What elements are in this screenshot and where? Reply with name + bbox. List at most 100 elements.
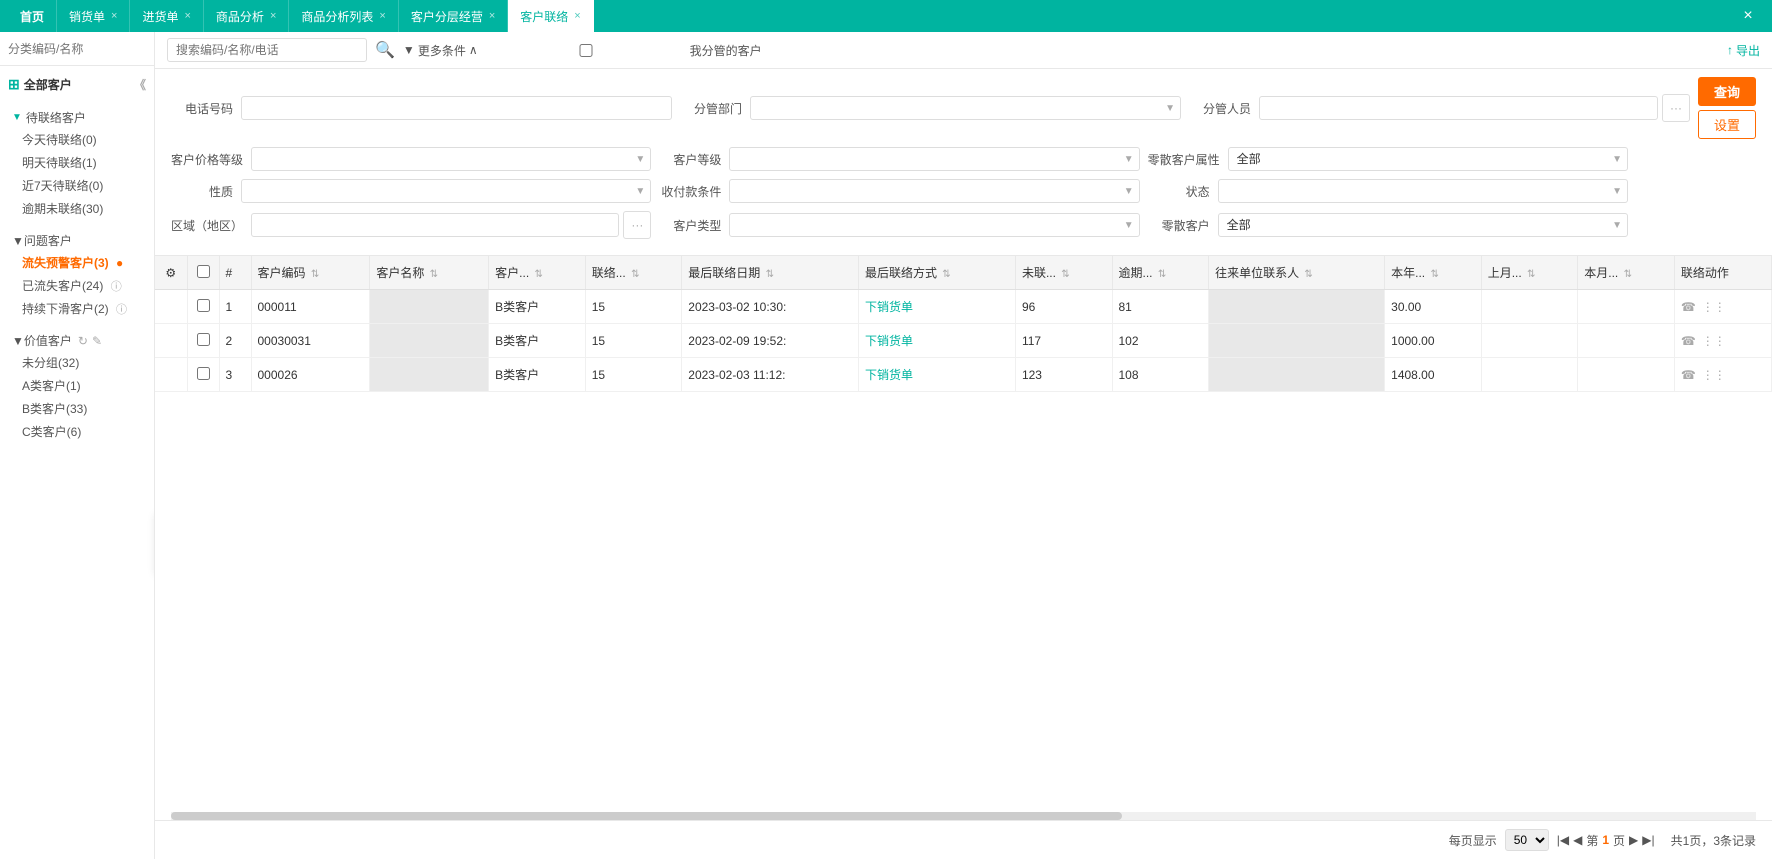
tab-analysis[interactable]: 商品分析 × <box>204 0 289 32</box>
col-this-year[interactable]: 本年... ⇅ <box>1385 256 1482 290</box>
status-select[interactable] <box>1218 179 1628 203</box>
retail-customer-select[interactable]: 全部 <box>1218 213 1628 237</box>
last-page-button[interactable]: ▶| <box>1642 833 1654 847</box>
sidebar-item-class-c[interactable]: C类客户(6) <box>8 420 146 443</box>
customer-tier-select[interactable] <box>729 147 1139 171</box>
col-last-method[interactable]: 最后联络方式 ⇅ <box>858 256 1015 290</box>
col-unit-contact[interactable]: 往来单位联系人 ⇅ <box>1209 256 1385 290</box>
all-customers-header[interactable]: ⊞ 全部客户 《 <box>8 72 146 97</box>
tab-home[interactable]: 首页 <box>8 0 57 32</box>
my-customers-checkbox[interactable] <box>486 44 686 57</box>
tab-customer-contact[interactable]: 客户联络 × <box>508 0 593 32</box>
sidebar-item-today[interactable]: 今天待联络(0) <box>8 128 146 151</box>
sort-icon: ⇅ <box>766 269 774 280</box>
sidebar-item-overdue[interactable]: 逾期未联络(30) <box>8 197 146 220</box>
close-icon[interactable]: × <box>489 10 495 22</box>
row-last-method: 下销货单 <box>858 358 1015 392</box>
close-icon[interactable]: × <box>111 10 117 22</box>
window-close-button[interactable]: × <box>1732 0 1764 32</box>
edit-icon[interactable]: ✎ <box>92 334 102 348</box>
row-checkbox[interactable] <box>197 367 210 380</box>
manager-ellipsis-button[interactable]: ··· <box>1662 94 1690 122</box>
sidebar-item-class-a[interactable]: A类客户(1) <box>8 374 146 397</box>
action-more-icon[interactable]: ⋮⋮ <box>1702 300 1726 314</box>
sidebar: 🔍 ⊞ 全部客户 《 ▼ 待联络客户 今天待联络(0) 明天待联络(1) 近7天… <box>0 32 155 859</box>
close-icon[interactable]: × <box>574 10 580 22</box>
region-input[interactable] <box>251 213 619 237</box>
query-button[interactable]: 查询 <box>1698 77 1756 106</box>
last-method-link[interactable]: 下销货单 <box>865 368 913 382</box>
col-type[interactable]: 客户... ⇅ <box>489 256 586 290</box>
close-icon[interactable]: × <box>184 10 190 22</box>
region-ellipsis-button[interactable]: ··· <box>623 211 651 239</box>
action-more-icon[interactable]: ⋮⋮ <box>1702 368 1726 382</box>
sidebar-item-class-b[interactable]: B类客户(33) <box>8 397 146 420</box>
retail-attr-select[interactable]: 全部 <box>1228 147 1628 171</box>
tab-analysis-list[interactable]: 商品分析列表 × <box>289 0 398 32</box>
collapse-icon[interactable]: 《 <box>134 76 146 93</box>
col-settings[interactable]: ⚙ <box>155 256 187 290</box>
action-contact-icon[interactable]: ☎ <box>1681 300 1696 314</box>
sidebar-search-input[interactable] <box>8 42 155 56</box>
search-button[interactable]: 🔍 <box>375 40 395 60</box>
scrollbar-track[interactable] <box>171 812 1122 820</box>
close-icon[interactable]: × <box>379 10 385 22</box>
refresh-icon[interactable]: ↻ <box>78 334 88 348</box>
last-method-link[interactable]: 下销货单 <box>865 300 913 314</box>
tab-sales[interactable]: 销货单 × <box>57 0 130 32</box>
sidebar-search-area: 🔍 <box>0 32 154 66</box>
my-customers-checkbox-label[interactable]: 我分管的客户 <box>486 42 762 59</box>
nature-select[interactable] <box>241 179 651 203</box>
col-this-month[interactable]: 本月... ⇅ <box>1578 256 1675 290</box>
row-checkbox[interactable] <box>197 299 210 312</box>
col-uncontacted[interactable]: 未联... ⇅ <box>1015 256 1112 290</box>
col-code[interactable]: 客户编码 ⇅ <box>251 256 370 290</box>
problem-group-header[interactable]: ▼ 问题客户 <box>8 228 146 251</box>
col-action: 联络动作 <box>1674 256 1771 290</box>
department-label: 分管部门 <box>680 100 750 117</box>
col-contact[interactable]: 联络... ⇅ <box>585 256 682 290</box>
price-tier-select[interactable] <box>251 147 651 171</box>
search-input[interactable] <box>167 38 367 62</box>
sidebar-item-lost-warning[interactable]: 流失预警客户(3) ● <box>8 251 146 274</box>
payment-select[interactable] <box>729 179 1139 203</box>
last-method-link[interactable]: 下销货单 <box>865 334 913 348</box>
value-group-header[interactable]: ▼ 价值客户 ↻ ✎ <box>8 328 146 351</box>
sidebar-item-week[interactable]: 近7天待联络(0) <box>8 174 146 197</box>
col-last-date[interactable]: 最后联络日期 ⇅ <box>682 256 859 290</box>
settings-button[interactable]: 设置 <box>1698 110 1756 139</box>
sidebar-item-tomorrow[interactable]: 明天待联络(1) <box>8 151 146 174</box>
phone-input[interactable] <box>241 96 672 120</box>
horizontal-scrollbar[interactable] <box>171 812 1756 820</box>
next-page-button[interactable]: ▶ <box>1629 833 1638 847</box>
action-more-icon[interactable]: ⋮⋮ <box>1702 334 1726 348</box>
more-conditions-button[interactable]: ▼ 更多条件 ∧ <box>403 42 478 59</box>
manager-input[interactable] <box>1259 96 1658 120</box>
col-name[interactable]: 客户名称 ⇅ <box>370 256 489 290</box>
department-select[interactable] <box>750 96 1181 120</box>
price-tier-label: 客户价格等级 <box>171 151 251 168</box>
sidebar-item-already-lost[interactable]: 已流失客户(24) ⓘ <box>8 274 146 297</box>
customer-type-select[interactable] <box>729 213 1139 237</box>
per-page-select[interactable]: 50 <box>1505 829 1549 851</box>
filter-nature: 性质 ▼ <box>171 179 651 203</box>
pending-group-header[interactable]: ▼ 待联络客户 <box>8 105 146 128</box>
select-all-checkbox[interactable] <box>197 265 210 278</box>
sidebar-item-unclassified[interactable]: 未分组(32) <box>8 351 146 374</box>
row-checkbox[interactable] <box>197 333 210 346</box>
action-contact-icon[interactable]: ☎ <box>1681 334 1696 348</box>
action-contact-icon[interactable]: ☎ <box>1681 368 1696 382</box>
sort-icon: ⇅ <box>311 269 319 280</box>
sort-icon: ⇅ <box>1158 269 1166 280</box>
export-button[interactable]: ↑ 导出 <box>1727 42 1760 59</box>
tab-purchase[interactable]: 进货单 × <box>130 0 203 32</box>
row-this-year: 30.00 <box>1385 290 1482 324</box>
col-last-month[interactable]: 上月... ⇅ <box>1481 256 1578 290</box>
sidebar-item-declining[interactable]: 持续下滑客户(2) ⓘ <box>8 297 146 320</box>
close-icon[interactable]: × <box>270 10 276 22</box>
tab-customer-tier[interactable]: 客户分层经营 × <box>399 0 508 32</box>
prev-page-button[interactable]: ◀ <box>1573 833 1582 847</box>
first-page-button[interactable]: |◀ <box>1557 833 1569 847</box>
row-type: B类客户 <box>489 290 586 324</box>
col-overdue[interactable]: 逾期... ⇅ <box>1112 256 1209 290</box>
